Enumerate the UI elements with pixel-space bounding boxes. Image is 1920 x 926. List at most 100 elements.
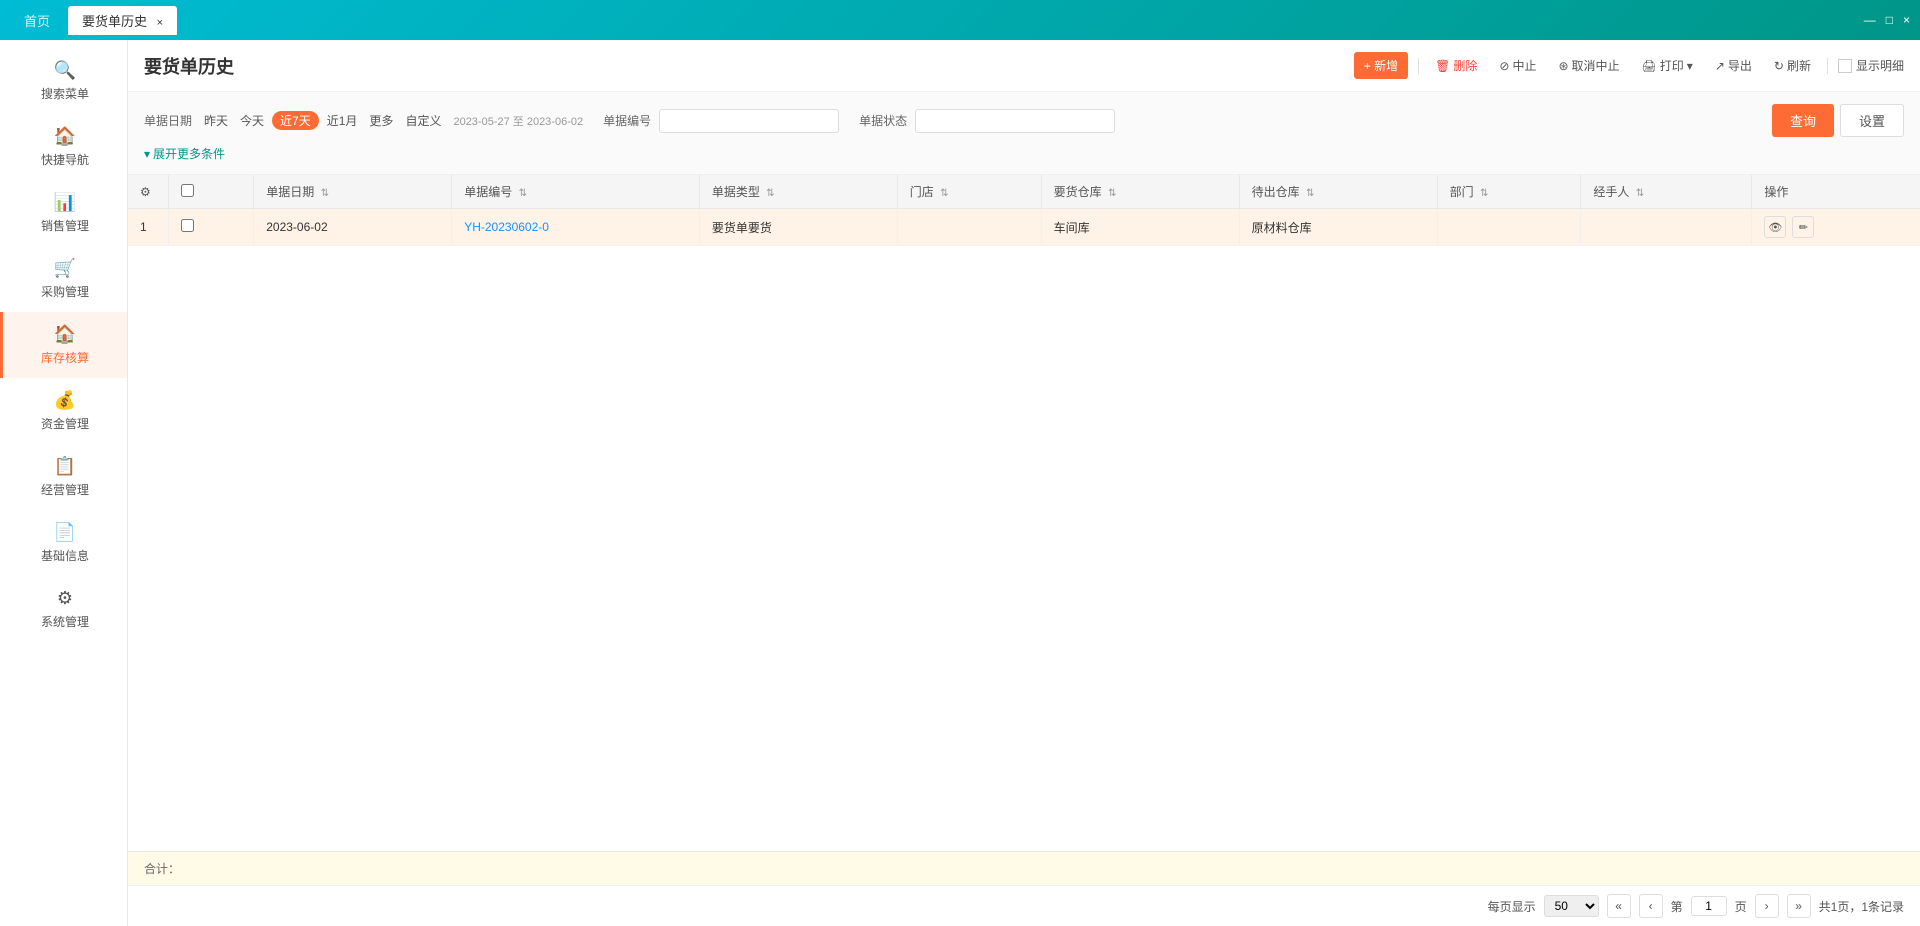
page-label: 第: [1671, 898, 1683, 915]
tab-home[interactable]: 首页: [10, 6, 64, 35]
total-label: 合计：: [144, 860, 204, 877]
col-doctype-header[interactable]: 单据类型 ⇅: [699, 175, 897, 209]
pagination: 每页显示 50 20 100 « ‹ 第 页 › » 共1页，1条记录: [128, 885, 1920, 926]
date-label: 单据日期: [144, 112, 192, 129]
date-range-display: 2023-05-27 至 2023-06-02: [453, 113, 583, 129]
date-btn-1month[interactable]: 近1月: [323, 111, 362, 130]
sidebar-item-inventory[interactable]: 🏠 库存核算: [0, 312, 127, 378]
col-store-header[interactable]: 门店 ⇅: [897, 175, 1041, 209]
sidebar-item-sales[interactable]: 📊 销售管理: [0, 180, 127, 246]
window-controls: — □ ×: [1864, 13, 1910, 27]
close-tab-icon[interactable]: ×: [157, 17, 163, 29]
page-size-label: 每页显示: [1488, 898, 1536, 915]
page-header: 要货单历史 + 新增 🗑 删除 ⊘ 中止 ⊛ 取消中止 🖨 打: [128, 40, 1920, 92]
op-view-icon[interactable]: 👁: [1764, 216, 1786, 238]
top-bar: 首页 要货单历史 × — □ ×: [0, 0, 1920, 40]
row-checkbox: [168, 209, 254, 246]
date-buttons: 昨天 今天 近7天 近1月 更多 自定义: [200, 111, 445, 130]
window-close-icon[interactable]: ×: [1903, 13, 1910, 27]
basic-info-icon: 📄: [54, 522, 76, 543]
row-doc-no: YH-20230602-0: [452, 209, 700, 246]
prev-page-button[interactable]: ‹: [1639, 894, 1663, 918]
row-select-checkbox[interactable]: [181, 219, 194, 232]
col-handler-header[interactable]: 经手人 ⇅: [1581, 175, 1752, 209]
doc-no-input[interactable]: [659, 109, 839, 133]
col-settings[interactable]: ⚙: [128, 175, 168, 209]
page-number-input[interactable]: [1691, 896, 1727, 916]
expand-more[interactable]: ▾ 展开更多条件: [144, 145, 1904, 162]
sidebar-item-search-menu[interactable]: 🔍 搜索菜单: [0, 48, 127, 114]
finance-icon: 💰: [54, 390, 76, 411]
col-store-label: 门店: [910, 185, 934, 199]
refresh-button[interactable]: ↻ 刷新: [1768, 53, 1817, 78]
minimize-icon[interactable]: —: [1864, 13, 1876, 27]
row-doc-no-link[interactable]: YH-20230602-0: [464, 220, 549, 234]
date-btn-7days[interactable]: 近7天: [272, 111, 319, 130]
purchase-icon: 🛒: [54, 258, 76, 279]
col-pending-warehouse-sort-icon: ⇅: [1306, 188, 1314, 199]
table-header-row: ⚙ 单据日期 ⇅ 单据编号 ⇅ 单据类型: [128, 175, 1920, 209]
date-btn-yesterday[interactable]: 昨天: [200, 111, 232, 130]
select-all-checkbox[interactable]: [181, 184, 194, 197]
data-table: ⚙ 单据日期 ⇅ 单据编号 ⇅ 单据类型: [128, 175, 1920, 246]
stop-icon: ⊘: [1499, 59, 1509, 73]
settings-button[interactable]: 设置: [1840, 104, 1904, 137]
col-docno-header[interactable]: 单据编号 ⇅: [452, 175, 700, 209]
col-dept-header[interactable]: 部门 ⇅: [1437, 175, 1581, 209]
table-container: ⚙ 单据日期 ⇅ 单据编号 ⇅ 单据类型: [128, 175, 1920, 851]
row-doc-type: 要货单要货: [699, 209, 897, 246]
row-req-warehouse: 车间库: [1041, 209, 1239, 246]
row-pending-warehouse: 原材料仓库: [1239, 209, 1437, 246]
first-page-button[interactable]: «: [1607, 894, 1631, 918]
sidebar-item-purchase[interactable]: 🛒 采购管理: [0, 246, 127, 312]
export-icon: ↗: [1715, 59, 1725, 73]
row-index: 1: [128, 209, 168, 246]
col-handler-sort-icon: ⇅: [1636, 188, 1644, 199]
sidebar-item-finance[interactable]: 💰 资金管理: [0, 378, 127, 444]
status-filter: 单据状态: [859, 109, 1115, 133]
cancel-stop-button[interactable]: ⊛ 取消中止: [1552, 53, 1625, 78]
date-btn-today[interactable]: 今天: [236, 111, 268, 130]
search-button[interactable]: 查询: [1772, 104, 1834, 137]
new-button[interactable]: + 新增: [1354, 52, 1408, 79]
sidebar-item-quick-nav[interactable]: 🏠 快捷导航: [0, 114, 127, 180]
tab-requisition-history[interactable]: 要货单历史 ×: [68, 6, 177, 35]
search-buttons: 查询 设置: [1772, 104, 1904, 137]
row-store: [897, 209, 1041, 246]
doc-no-label: 单据编号: [603, 112, 651, 129]
col-req-warehouse-label: 要货仓库: [1054, 185, 1102, 199]
sidebar-item-operations[interactable]: 📋 经营管理: [0, 444, 127, 510]
stop-button[interactable]: ⊘ 中止: [1493, 53, 1542, 78]
cancel-stop-icon: ⊛: [1558, 59, 1568, 73]
sidebar: 🔍 搜索菜单 🏠 快捷导航 📊 销售管理 🛒 采购管理 🏠 库存核算 💰 资金管…: [0, 40, 128, 926]
operations-icon: 📋: [54, 456, 76, 477]
date-btn-custom[interactable]: 自定义: [401, 111, 445, 130]
main-content: 要货单历史 + 新增 🗑 删除 ⊘ 中止 ⊛ 取消中止 🖨 打: [128, 40, 1920, 926]
sidebar-item-system[interactable]: ⚙ 系统管理: [0, 576, 127, 642]
date-btn-more[interactable]: 更多: [365, 111, 397, 130]
display-detail-checkbox[interactable]: 显示明细: [1838, 57, 1904, 74]
last-page-button[interactable]: »: [1787, 894, 1811, 918]
col-date-sort-icon: ⇅: [321, 188, 329, 199]
export-button[interactable]: ↗ 导出: [1709, 53, 1758, 78]
delete-button[interactable]: 🗑 删除: [1429, 53, 1483, 78]
main-layout: 🔍 搜索菜单 🏠 快捷导航 📊 销售管理 🛒 采购管理 🏠 库存核算 💰 资金管…: [0, 40, 1920, 926]
col-date-header[interactable]: 单据日期 ⇅: [254, 175, 452, 209]
col-req-warehouse-header[interactable]: 要货仓库 ⇅: [1041, 175, 1239, 209]
sales-icon: 📊: [54, 192, 76, 213]
col-store-sort-icon: ⇅: [940, 188, 948, 199]
system-icon: ⚙: [57, 588, 73, 609]
print-button[interactable]: 🖨 打印 ▾: [1636, 53, 1699, 78]
doc-no-filter: 单据编号: [603, 109, 839, 133]
status-select[interactable]: [915, 109, 1115, 133]
operation-icons: 👁 ✏: [1764, 216, 1908, 238]
next-page-button[interactable]: ›: [1755, 894, 1779, 918]
date-filter: 单据日期 昨天 今天 近7天 近1月 更多 自定义 2023-05-27 至 2…: [144, 111, 583, 130]
col-pending-warehouse-label: 待出仓库: [1252, 185, 1300, 199]
col-pending-warehouse-header[interactable]: 待出仓库 ⇅: [1239, 175, 1437, 209]
maximize-icon[interactable]: □: [1886, 13, 1893, 27]
page-size-select[interactable]: 50 20 100: [1544, 895, 1599, 917]
op-edit-icon[interactable]: ✏: [1792, 216, 1814, 238]
divider-2: [1827, 58, 1828, 74]
sidebar-item-basic-info[interactable]: 📄 基础信息: [0, 510, 127, 576]
